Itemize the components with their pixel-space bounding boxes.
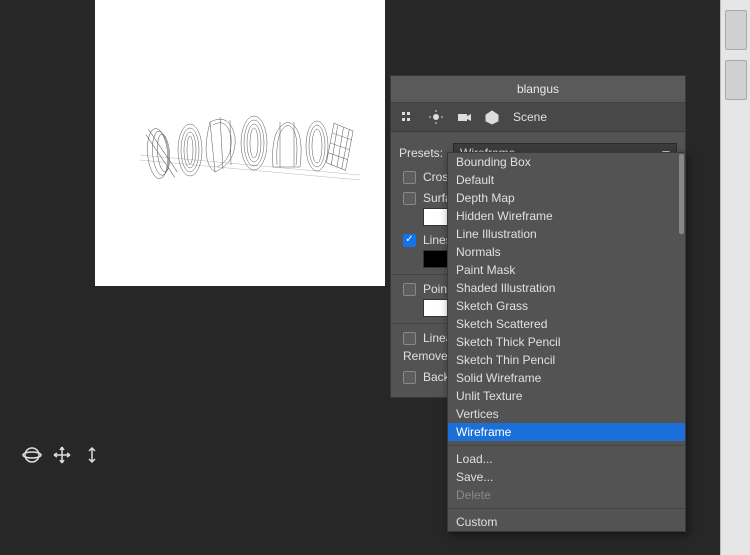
- dropdown-delete: Delete: [448, 486, 685, 504]
- panel-title: blangus: [391, 76, 685, 103]
- dolly-icon[interactable]: [82, 445, 102, 465]
- separator: [448, 508, 685, 509]
- docked-mini-panel[interactable]: [725, 10, 747, 50]
- dropdown-item[interactable]: Sketch Thick Pencil: [448, 333, 685, 351]
- separator: [448, 445, 685, 446]
- dropdown-item[interactable]: Sketch Scattered: [448, 315, 685, 333]
- surface-checkbox[interactable]: [403, 192, 416, 205]
- docked-panel-strip: [720, 0, 750, 555]
- dropdown-item[interactable]: Shaded Illustration: [448, 279, 685, 297]
- dropdown-item[interactable]: Sketch Thin Pencil: [448, 351, 685, 369]
- viewport-nav-tools: [22, 445, 102, 465]
- dropdown-item[interactable]: Depth Map: [448, 189, 685, 207]
- dropdown-item[interactable]: Line Illustration: [448, 225, 685, 243]
- dropdown-item[interactable]: Paint Mask: [448, 261, 685, 279]
- backfaces-checkbox[interactable]: [403, 371, 416, 384]
- dropdown-item[interactable]: Bounding Box: [448, 153, 685, 171]
- presets-dropdown[interactable]: Bounding BoxDefaultDepth MapHidden Wiref…: [447, 152, 686, 532]
- mesh-icon[interactable]: [479, 106, 505, 128]
- dropdown-scrollbar[interactable]: [679, 154, 684, 234]
- viewport-canvas[interactable]: [95, 0, 385, 286]
- presets-label: Presets:: [399, 146, 443, 160]
- dropdown-item[interactable]: Hidden Wireframe: [448, 207, 685, 225]
- panel-toolbar: Scene: [391, 103, 685, 132]
- light-icon[interactable]: [423, 106, 449, 128]
- linearize-checkbox[interactable]: [403, 332, 416, 345]
- camera-icon[interactable]: [451, 106, 477, 128]
- dropdown-item[interactable]: Normals: [448, 243, 685, 261]
- dropdown-item[interactable]: Unlit Texture: [448, 387, 685, 405]
- cross-section-checkbox[interactable]: [403, 171, 416, 184]
- wireframe-render: [140, 95, 370, 205]
- lines-checkbox[interactable]: [403, 234, 416, 247]
- dropdown-list: Bounding BoxDefaultDepth MapHidden Wiref…: [448, 153, 685, 441]
- scene-label: Scene: [513, 110, 547, 124]
- dropdown-item[interactable]: Solid Wireframe: [448, 369, 685, 387]
- orbit-icon[interactable]: [22, 445, 42, 465]
- dropdown-item[interactable]: Vertices: [448, 405, 685, 423]
- pan-icon[interactable]: [52, 445, 72, 465]
- dropdown-item[interactable]: Sketch Grass: [448, 297, 685, 315]
- dropdown-item[interactable]: Default: [448, 171, 685, 189]
- docked-mini-panel[interactable]: [725, 60, 747, 100]
- dropdown-load[interactable]: Load...: [448, 450, 685, 468]
- dropdown-item[interactable]: Wireframe: [448, 423, 685, 441]
- settings-icon[interactable]: [395, 106, 421, 128]
- dropdown-save[interactable]: Save...: [448, 468, 685, 486]
- dropdown-custom[interactable]: Custom: [448, 513, 685, 531]
- points-checkbox[interactable]: [403, 283, 416, 296]
